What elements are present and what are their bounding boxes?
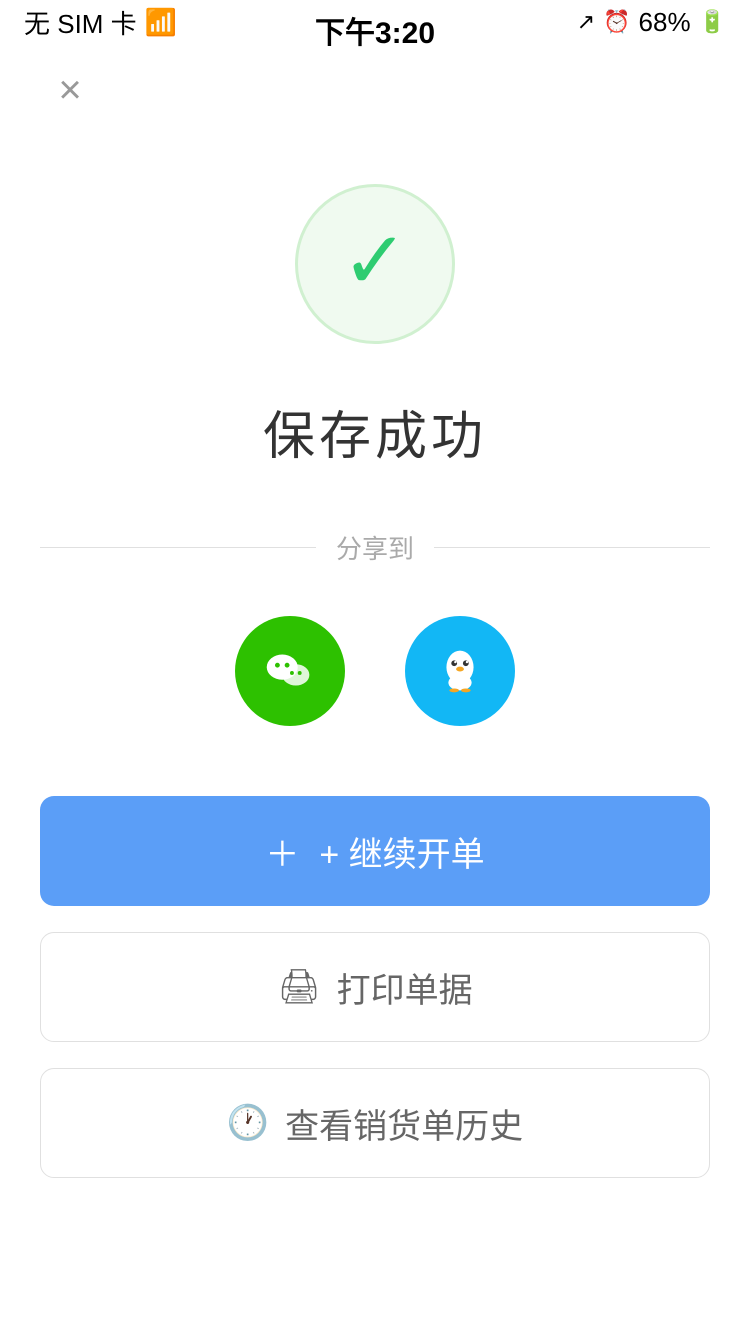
qq-icon (429, 640, 491, 702)
battery-icon: 🔋 (699, 9, 726, 35)
status-right: ↗ ⏰ 68% 🔋 (577, 7, 726, 38)
share-section: 分享到 (0, 529, 750, 726)
print-label: 打印单据 (337, 963, 473, 1012)
share-label: 分享到 (336, 529, 414, 566)
status-left: 无 SIM 卡 📶 (24, 4, 177, 41)
success-circle: ✓ (295, 184, 455, 344)
print-button[interactable]: 🖨 打印单据 (40, 932, 710, 1042)
main-content: ✓ 保存成功 分享到 (0, 44, 750, 1334)
share-icons (235, 616, 515, 726)
divider-right (434, 547, 710, 548)
location-icon: ↗ (577, 9, 595, 35)
continue-label: + 继续开单 (319, 827, 484, 876)
divider-row: 分享到 (0, 529, 750, 566)
divider-left (40, 547, 316, 548)
success-title: 保存成功 (263, 394, 487, 469)
plus-icon: ＋ (265, 827, 299, 876)
qq-share-button[interactable] (405, 616, 515, 726)
checkmark-icon: ✓ (341, 221, 408, 301)
history-button[interactable]: 🕐 查看销货单历史 (40, 1068, 710, 1178)
actions-container: ＋ + 继续开单 🖨 打印单据 🕐 查看销货单历史 (0, 796, 750, 1178)
wechat-share-button[interactable] (235, 616, 345, 726)
no-sim-text: 无 SIM 卡 (24, 4, 137, 41)
printer-icon: 🖨 (277, 967, 320, 1007)
clock-icon: 🕐 (227, 1103, 269, 1143)
alarm-icon: ⏰ (603, 9, 630, 35)
wechat-icon (259, 640, 321, 702)
battery-percent: 68% (639, 7, 691, 38)
wifi-icon: 📶 (145, 7, 177, 38)
status-bar: 无 SIM 卡 📶 下午3:20 ↗ ⏰ 68% 🔋 (0, 0, 750, 44)
history-label: 查看销货单历史 (285, 1099, 523, 1148)
continue-button[interactable]: ＋ + 继续开单 (40, 796, 710, 906)
